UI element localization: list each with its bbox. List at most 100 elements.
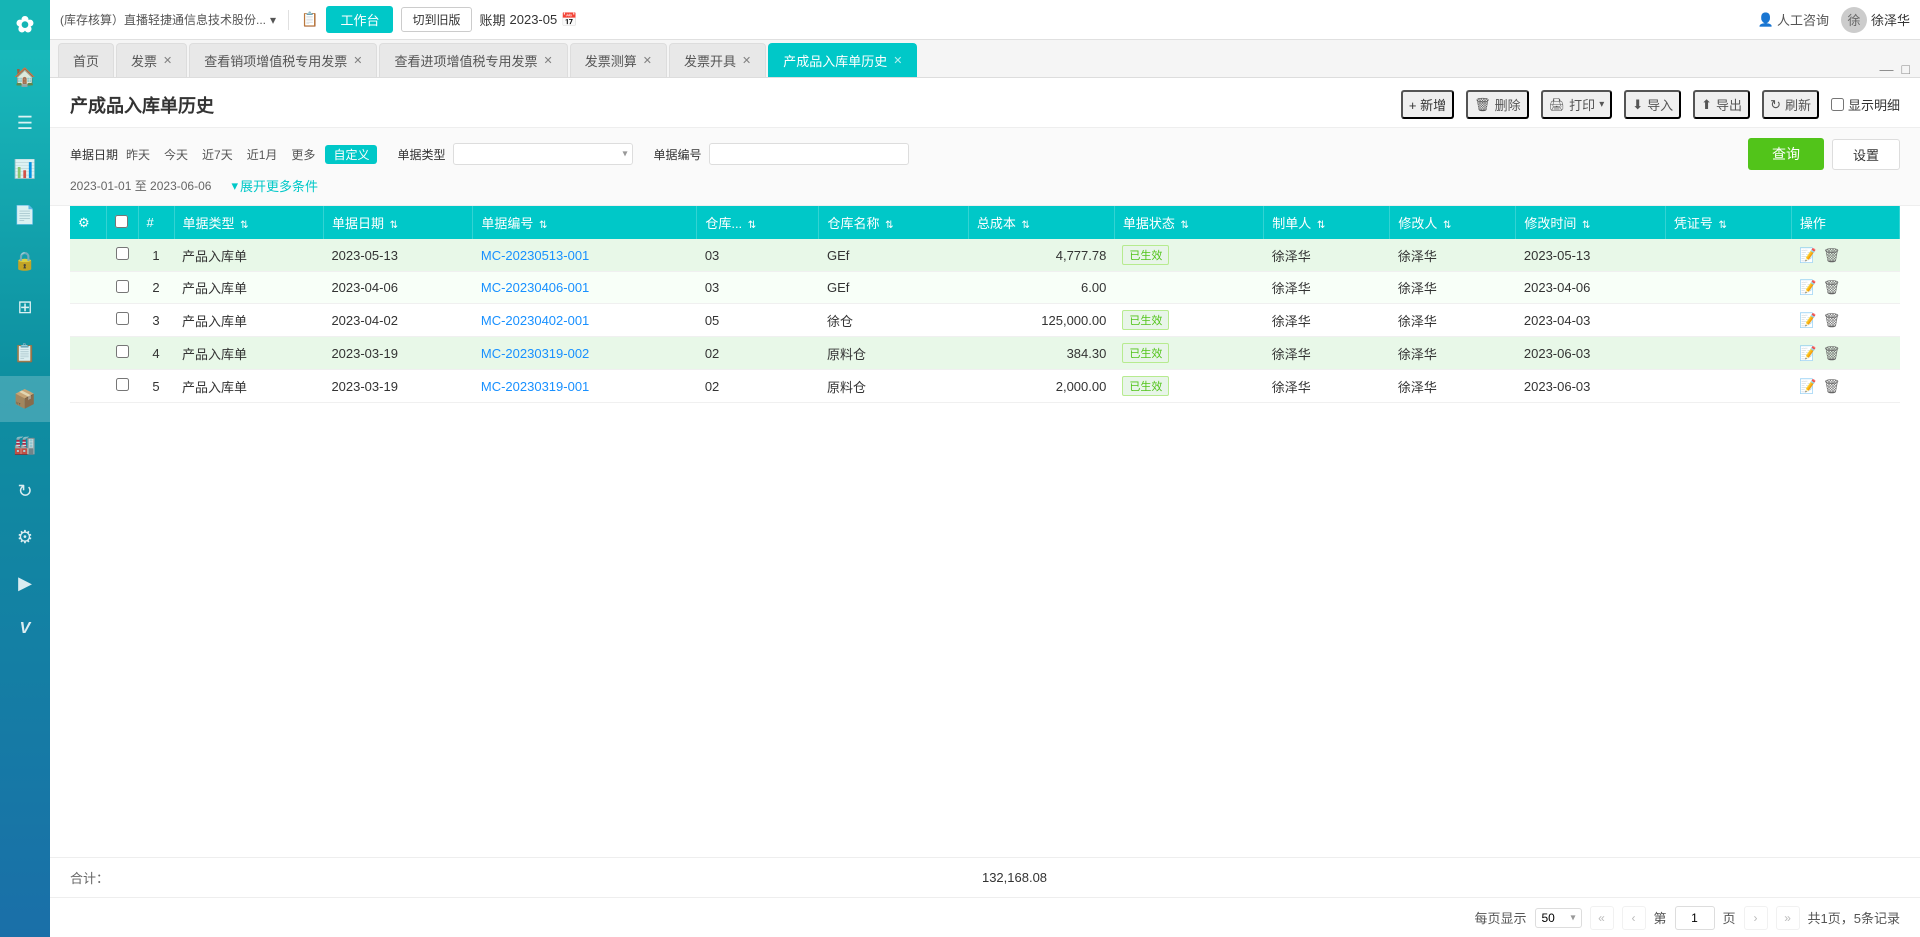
period-display: 账期 2023-05 📅 (480, 10, 578, 29)
sidebar-item-report[interactable]: 📋 (0, 330, 50, 376)
col-number[interactable]: 单据编号 ⇅ (473, 206, 697, 239)
company-selector[interactable]: (库存核算）直播轻捷通信息技术股份... ▾ (60, 11, 276, 28)
select-all-checkbox[interactable] (115, 215, 128, 228)
page-size-select[interactable]: 50 100 200 (1535, 908, 1582, 928)
tab-purchase-invoice[interactable]: 查看进项增值税专用发票 ✕ (379, 43, 567, 77)
row-edit-icon[interactable]: 📝 (1799, 279, 1816, 296)
date-option-today[interactable]: 今天 (160, 145, 192, 164)
row-checkbox[interactable] (116, 345, 129, 358)
first-page-button[interactable]: « (1590, 906, 1614, 930)
sidebar-item-refresh[interactable]: ↻ (0, 468, 50, 514)
col-voucher[interactable]: 凭证号 ⇅ (1665, 206, 1791, 239)
sidebar-item-warehouse[interactable]: 🏭 (0, 422, 50, 468)
row-checkbox[interactable] (116, 312, 129, 325)
sidebar-item-invoice[interactable]: 📄 (0, 192, 50, 238)
sidebar-item-gear[interactable]: ⚙ (0, 514, 50, 560)
row-delete-icon[interactable]: 🗑 (1823, 378, 1841, 395)
row-edit-icon[interactable]: 📝 (1799, 247, 1816, 264)
switch-version-button[interactable]: 切到旧版 (401, 7, 471, 32)
col-status[interactable]: 单据状态 ⇅ (1114, 206, 1263, 239)
tab-invoice-close[interactable]: ✕ (163, 54, 172, 67)
sidebar-item-chart[interactable]: 📊 (0, 146, 50, 192)
row-number-cell[interactable]: MC-20230406-001 (473, 272, 697, 304)
row-number-cell[interactable]: MC-20230319-001 (473, 370, 697, 403)
print-button[interactable]: 🖨 打印 (1541, 90, 1613, 119)
next-page-button[interactable]: › (1744, 906, 1768, 930)
import-button[interactable]: ⬇ 导入 (1624, 90, 1681, 119)
row-checkbox[interactable] (116, 280, 129, 293)
col-type[interactable]: 单据类型 ⇅ (174, 206, 323, 239)
row-wcode-cell: 03 (697, 239, 819, 272)
query-button[interactable]: 查询 (1748, 138, 1824, 170)
row-checkbox[interactable] (116, 247, 129, 260)
date-option-yesterday[interactable]: 昨天 (122, 145, 154, 164)
row-edit-icon[interactable]: 📝 (1799, 312, 1816, 329)
sidebar-item-lock[interactable]: 🔒 (0, 238, 50, 284)
tab-sales-invoice[interactable]: 查看销项增值税专用发票 ✕ (189, 43, 377, 77)
row-delete-icon[interactable]: 🗑 (1823, 345, 1841, 362)
help-button[interactable]: 👤 人工咨询 (1758, 10, 1829, 29)
row-edit-icon[interactable]: 📝 (1799, 378, 1816, 395)
topbar: (库存核算）直播轻捷通信息技术股份... ▾ 📋 工作台 切到旧版 账期 202… (50, 0, 1920, 40)
row-edit-icon[interactable]: 📝 (1799, 345, 1816, 362)
company-dropdown-icon[interactable]: ▾ (270, 13, 276, 27)
row-number-cell[interactable]: MC-20230513-001 (473, 239, 697, 272)
show-detail-checkbox[interactable] (1831, 98, 1844, 111)
prev-page-button[interactable]: ‹ (1622, 906, 1646, 930)
tab-invoice-open-close[interactable]: ✕ (742, 54, 751, 67)
tab-invoice-open[interactable]: 发票开具 ✕ (669, 43, 766, 77)
export-button[interactable]: ⬆ 导出 (1693, 90, 1750, 119)
tab-product-history-close[interactable]: ✕ (893, 54, 902, 67)
date-option-more[interactable]: 更多 (287, 145, 319, 164)
tab-purchase-invoice-label: 查看进项增值税专用发票 (394, 51, 537, 70)
worktable-button[interactable]: 工作台 (326, 6, 393, 33)
user-menu[interactable]: 徐 徐泽华 (1841, 7, 1910, 33)
row-delete-icon[interactable]: 🗑 (1823, 312, 1841, 329)
table-row: 2 产品入库单 2023-04-06 MC-20230406-001 03 GE… (70, 272, 1900, 304)
number-input[interactable] (709, 143, 909, 165)
row-number-cell[interactable]: MC-20230402-001 (473, 304, 697, 337)
tab-invoice-calc[interactable]: 发票测算 ✕ (570, 43, 667, 77)
refresh-button[interactable]: ↻ 刷新 (1762, 90, 1819, 119)
col-total-cost[interactable]: 总成本 ⇅ (968, 206, 1114, 239)
tab-invoice[interactable]: 发票 ✕ (116, 43, 187, 77)
row-delete-icon[interactable]: 🗑 (1823, 279, 1841, 296)
sidebar-item-play[interactable]: ▶ (0, 560, 50, 606)
tab-home[interactable]: 首页 (58, 43, 114, 77)
type-select[interactable] (453, 143, 633, 165)
sidebar-item-v[interactable]: V (0, 606, 50, 652)
set-button[interactable]: 设置 (1832, 139, 1900, 170)
row-num-cell: 3 (138, 304, 174, 337)
col-modify-time[interactable]: 修改时间 ⇅ (1516, 206, 1665, 239)
col-warehouse-name[interactable]: 仓库名称 ⇅ (819, 206, 968, 239)
date-option-7days[interactable]: 近7天 (198, 145, 237, 164)
sidebar-item-box[interactable]: 📦 (0, 376, 50, 422)
expand-filter-button[interactable]: ▾ 展开更多条件 (231, 176, 318, 195)
row-number-cell[interactable]: MC-20230319-002 (473, 337, 697, 370)
new-button[interactable]: + 新增 (1401, 90, 1454, 119)
row-checkbox[interactable] (116, 378, 129, 391)
tab-sales-invoice-close[interactable]: ✕ (353, 54, 362, 67)
tab-purchase-invoice-close[interactable]: ✕ (544, 54, 553, 67)
maximize-icon[interactable]: □ (1902, 61, 1910, 77)
date-option-1month[interactable]: 近1月 (243, 145, 282, 164)
tab-product-history[interactable]: 产成品入库单历史 ✕ (768, 43, 917, 77)
col-modifier[interactable]: 修改人 ⇅ (1390, 206, 1516, 239)
sidebar-item-home[interactable]: 🏠 (0, 54, 50, 100)
sidebar-item-grid[interactable]: ⊞ (0, 284, 50, 330)
page-input[interactable] (1675, 906, 1715, 930)
col-settings[interactable]: ⚙ (70, 206, 106, 239)
delete-button[interactable]: 🗑 删除 (1466, 90, 1529, 119)
minimize-icon[interactable]: — (1880, 61, 1894, 77)
calendar-icon[interactable]: 📅 (561, 12, 577, 28)
tab-invoice-calc-close[interactable]: ✕ (643, 54, 652, 67)
date-option-custom[interactable]: 自定义 (325, 145, 377, 164)
last-page-button[interactable]: » (1776, 906, 1800, 930)
col-creator[interactable]: 制单人 ⇅ (1264, 206, 1390, 239)
col-date[interactable]: 单据日期 ⇅ (323, 206, 472, 239)
col-warehouse-code[interactable]: 仓库... ⇅ (697, 206, 819, 239)
sidebar-item-document[interactable]: ☰ (0, 100, 50, 146)
copy-icon[interactable]: 📋 (301, 11, 318, 28)
row-delete-icon[interactable]: 🗑 (1823, 247, 1841, 264)
row-actions-cell: 📝 🗑 (1791, 272, 1899, 304)
